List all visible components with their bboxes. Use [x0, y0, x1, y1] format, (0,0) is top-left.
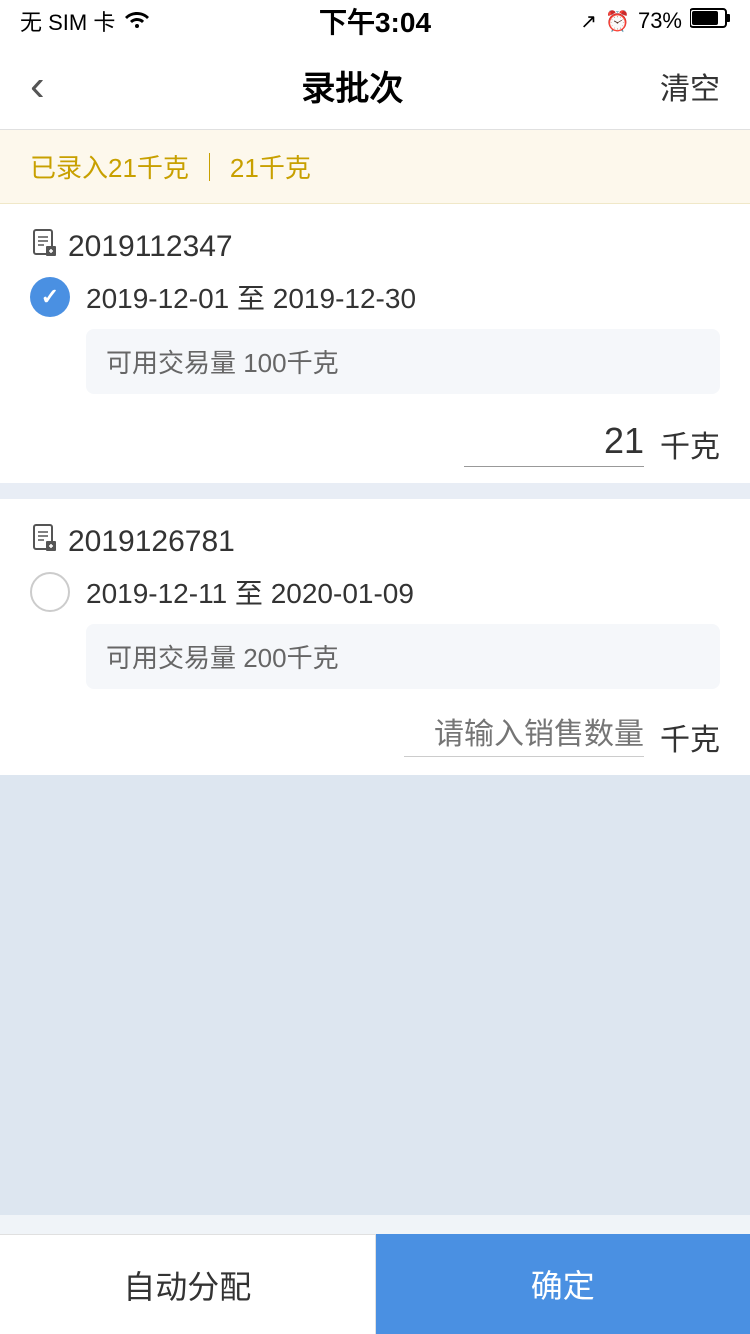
amount-input-1[interactable]: [464, 420, 644, 467]
status-left: 无 SIM 卡: [20, 5, 151, 37]
battery-label: 73%: [638, 8, 682, 34]
bottom-bar: 自动分配 确定: [0, 1234, 750, 1334]
no-sim-label: 无 SIM 卡: [20, 5, 115, 37]
status-time: 下午3:04: [319, 1, 431, 41]
batch-date-2: 2019-12-11 至 2020-01-09: [86, 572, 414, 612]
doc-icon-1: [30, 228, 60, 265]
battery-icon: [690, 7, 730, 35]
location-icon: ↗: [580, 9, 597, 34]
nav-bar: ‹ 录批次 清空: [0, 42, 750, 130]
alarm-icon: ⏰: [605, 9, 630, 34]
banner-divider: [209, 153, 210, 181]
batch-id-2: 2019126781: [68, 525, 235, 559]
clear-button[interactable]: 清空: [660, 64, 720, 108]
radio-1[interactable]: [30, 277, 70, 317]
avail-qty-2: 可用交易量 200千克: [86, 624, 720, 689]
input-row-2: 千克: [0, 705, 750, 775]
status-bar: 无 SIM 卡 下午3:04 ↗ ⏰ 73%: [0, 0, 750, 42]
auto-distribute-button[interactable]: 自动分配: [0, 1234, 376, 1334]
qty-input-2[interactable]: [404, 718, 644, 757]
amount-row-1: 千克: [0, 410, 750, 483]
back-button[interactable]: ‹: [30, 61, 45, 111]
batch-item-2: 2019126781 2019-12-11 至 2020-01-09 可用交易量…: [0, 499, 750, 689]
amount-input-wrapper-1: [464, 420, 644, 467]
amount-unit-1: 千克: [660, 422, 720, 466]
batch-date-row-2[interactable]: 2019-12-11 至 2020-01-09: [30, 572, 720, 612]
batch-date-1: 2019-12-01 至 2019-12-30: [86, 277, 416, 317]
info-banner: 已录入21千克 21千克: [0, 130, 750, 204]
wifi-icon: [123, 8, 151, 34]
batch-date-row-1[interactable]: 2019-12-01 至 2019-12-30: [30, 277, 720, 317]
content-wrapper: 2019112347 2019-12-01 至 2019-12-30 可用交易量…: [0, 204, 750, 1315]
confirm-button[interactable]: 确定: [376, 1234, 750, 1334]
doc-icon-2: [30, 523, 60, 560]
status-right: ↗ ⏰ 73%: [580, 7, 730, 35]
batch-id-row-2: 2019126781: [30, 523, 720, 560]
batch-card-2: 2019126781 2019-12-11 至 2020-01-09 可用交易量…: [0, 499, 750, 775]
section-divider: [0, 483, 750, 499]
batch-id-row-1: 2019112347: [30, 228, 720, 265]
recorded-label: 已录入21千克: [30, 148, 189, 185]
empty-area: [0, 775, 750, 1215]
batch-card-1: 2019112347 2019-12-01 至 2019-12-30 可用交易量…: [0, 204, 750, 483]
page-title: 录批次: [301, 61, 403, 110]
avail-qty-1: 可用交易量 100千克: [86, 329, 720, 394]
qty-unit-2: 千克: [660, 715, 720, 759]
batch-item-1: 2019112347 2019-12-01 至 2019-12-30 可用交易量…: [0, 204, 750, 394]
recorded-value: 21千克: [230, 148, 311, 185]
batch-id-1: 2019112347: [68, 230, 233, 264]
radio-2[interactable]: [30, 572, 70, 612]
